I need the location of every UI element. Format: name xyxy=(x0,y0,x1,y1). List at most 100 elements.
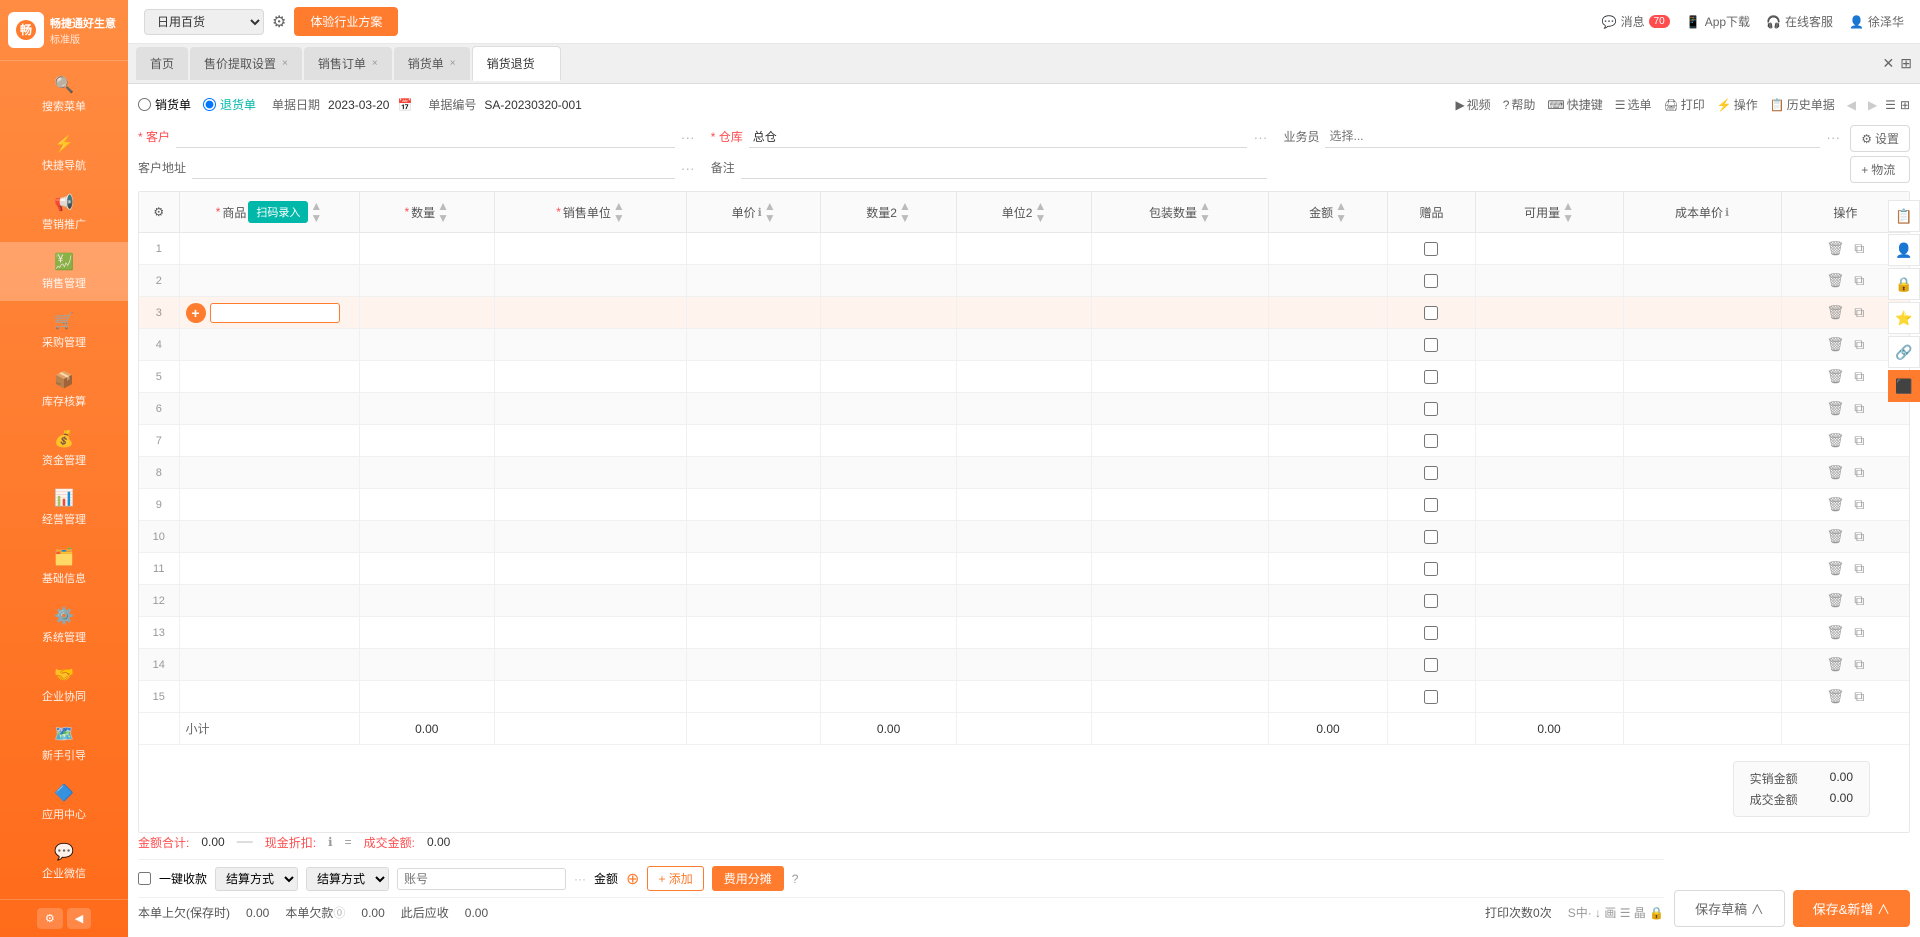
tab-sales-order-close[interactable]: × xyxy=(372,58,378,69)
row-4-cost-price[interactable] xyxy=(1623,329,1781,361)
row-12-available[interactable] xyxy=(1475,585,1623,617)
row-13-delete-btn[interactable]: 🗑 xyxy=(1824,622,1846,643)
right-panel-active-btn[interactable]: ⬛ xyxy=(1888,370,1920,402)
row-12-qty[interactable] xyxy=(359,585,495,617)
video-btn[interactable]: ▶ 视频 xyxy=(1451,94,1494,115)
row-4-qty[interactable] xyxy=(359,329,495,361)
row-8-unit-price[interactable] xyxy=(686,457,820,489)
view-list-btn[interactable]: ☰ xyxy=(1885,98,1896,112)
row-14-product[interactable] xyxy=(179,649,359,681)
row-15-unit2[interactable] xyxy=(956,681,1092,713)
row-11-delete-btn[interactable]: 🗑 xyxy=(1824,558,1846,579)
tab-price-settings[interactable]: 售价提取设置 × xyxy=(190,47,302,80)
row-8-amount[interactable] xyxy=(1268,457,1388,489)
fee-help-icon[interactable]: ? xyxy=(792,872,799,886)
row-7-qty2[interactable] xyxy=(821,425,957,457)
row-4-unit2[interactable] xyxy=(956,329,1092,361)
gift-checkbox-7[interactable] xyxy=(1424,434,1438,448)
row-5-qty[interactable] xyxy=(359,361,495,393)
row-13-copy-btn[interactable]: ⧉ xyxy=(1852,622,1866,643)
account-method-select[interactable]: 结算方式 xyxy=(306,867,389,891)
gift-checkbox-2[interactable] xyxy=(1424,274,1438,288)
online-service-btn[interactable]: 🎧 在线客服 xyxy=(1766,13,1833,30)
row-1-amount[interactable] xyxy=(1268,233,1388,265)
row-9-copy-btn[interactable]: ⧉ xyxy=(1852,494,1866,515)
unit-price-sort-icon[interactable]: ▲▼ xyxy=(764,200,776,224)
maximize-window-btn[interactable]: ⊞ xyxy=(1900,55,1912,72)
row-9-unit-price[interactable] xyxy=(686,489,820,521)
row-5-delete-btn[interactable]: 🗑 xyxy=(1824,366,1846,387)
row-14-unit-price[interactable] xyxy=(686,649,820,681)
sidebar-collapse-btn[interactable]: ◀ xyxy=(67,908,91,929)
sidebar-item-system[interactable]: ⚙️ 系统管理 xyxy=(0,596,128,655)
calendar-icon[interactable]: 📅 xyxy=(397,98,412,112)
row-8-qty[interactable] xyxy=(359,457,495,489)
row-1-sales-unit[interactable] xyxy=(495,233,687,265)
tab-sales-return[interactable]: 销货退货 × xyxy=(472,46,562,81)
row-2-gift[interactable] xyxy=(1388,265,1475,297)
row-11-pack-qty[interactable] xyxy=(1092,553,1268,585)
row-14-pack-qty[interactable] xyxy=(1092,649,1268,681)
one-click-checkbox[interactable] xyxy=(138,872,151,885)
row-15-product[interactable] xyxy=(179,681,359,713)
gift-checkbox-1[interactable] xyxy=(1424,242,1438,256)
row-4-delete-btn[interactable]: 🗑 xyxy=(1824,334,1846,355)
tab-home[interactable]: 首页 xyxy=(136,47,188,80)
row-14-copy-btn[interactable]: ⧉ xyxy=(1852,654,1866,675)
radio-return[interactable]: 退货单 xyxy=(203,96,256,113)
row-2-unit2[interactable] xyxy=(956,265,1092,297)
row-14-sales-unit[interactable] xyxy=(495,649,687,681)
print-btn[interactable]: 🖨 打印 xyxy=(1660,94,1709,115)
row-2-product[interactable] xyxy=(179,265,359,297)
right-panel-note-btn[interactable]: 📋 xyxy=(1888,200,1920,232)
industry-dropdown[interactable]: 日用百货 xyxy=(144,9,264,35)
select-btn[interactable]: ☰ 选单 xyxy=(1611,94,1656,115)
row-2-sales-unit[interactable] xyxy=(495,265,687,297)
row-13-unit-price[interactable] xyxy=(686,617,820,649)
salesperson-input[interactable] xyxy=(1325,125,1820,148)
row-15-unit-price[interactable] xyxy=(686,681,820,713)
row-14-amount[interactable] xyxy=(1268,649,1388,681)
view-grid-btn[interactable]: ⊞ xyxy=(1900,98,1910,112)
sidebar-item-wechat[interactable]: 💬 企业微信 xyxy=(0,832,128,891)
row-8-sales-unit[interactable] xyxy=(495,457,687,489)
fee-split-btn[interactable]: 费用分摊 xyxy=(712,866,784,891)
row-2-copy-btn[interactable]: ⧉ xyxy=(1852,270,1866,291)
sidebar-item-inventory[interactable]: 📦 库存核算 xyxy=(0,360,128,419)
row-7-gift[interactable] xyxy=(1388,425,1475,457)
row-3-sales-unit[interactable] xyxy=(495,297,687,329)
row-10-amount[interactable] xyxy=(1268,521,1388,553)
row-10-available[interactable] xyxy=(1475,521,1623,553)
row-9-product[interactable] xyxy=(179,489,359,521)
row-10-product[interactable] xyxy=(179,521,359,553)
logistics-btn[interactable]: + 物流 xyxy=(1850,156,1910,183)
radio-sales-input[interactable] xyxy=(138,98,151,111)
close-window-btn[interactable]: ✕ xyxy=(1883,55,1895,72)
row-7-copy-btn[interactable]: ⧉ xyxy=(1852,430,1866,451)
row-13-unit2[interactable] xyxy=(956,617,1092,649)
row-10-delete-btn[interactable]: 🗑 xyxy=(1824,526,1846,547)
app-download-btn[interactable]: 📱 App下载 xyxy=(1686,13,1750,30)
row-11-amount[interactable] xyxy=(1268,553,1388,585)
gift-checkbox-3[interactable] xyxy=(1424,306,1438,320)
row-11-unit2[interactable] xyxy=(956,553,1092,585)
row-11-unit-price[interactable] xyxy=(686,553,820,585)
setup-btn[interactable]: ⚙ 设置 xyxy=(1850,125,1910,152)
row-1-gift[interactable] xyxy=(1388,233,1475,265)
row-8-delete-btn[interactable]: 🗑 xyxy=(1824,462,1846,483)
row-4-copy-btn[interactable]: ⧉ xyxy=(1852,334,1866,355)
gift-checkbox-14[interactable] xyxy=(1424,658,1438,672)
account-dots[interactable]: ··· xyxy=(574,872,586,886)
sidebar-settings-btn[interactable]: ⚙ xyxy=(37,908,63,929)
row-6-unit2[interactable] xyxy=(956,393,1092,425)
row-6-unit-price[interactable] xyxy=(686,393,820,425)
row-4-pack-qty[interactable] xyxy=(1092,329,1268,361)
sidebar-item-member[interactable]: 👑 畅会员 xyxy=(0,891,128,899)
address-input[interactable] xyxy=(192,156,675,179)
row-13-sales-unit[interactable] xyxy=(495,617,687,649)
row-7-cost-price[interactable] xyxy=(1623,425,1781,457)
row-6-cost-price[interactable] xyxy=(1623,393,1781,425)
radio-sales[interactable]: 销货单 xyxy=(138,96,191,113)
row-3-cost-price[interactable] xyxy=(1623,297,1781,329)
warehouse-input[interactable] xyxy=(749,125,1248,148)
